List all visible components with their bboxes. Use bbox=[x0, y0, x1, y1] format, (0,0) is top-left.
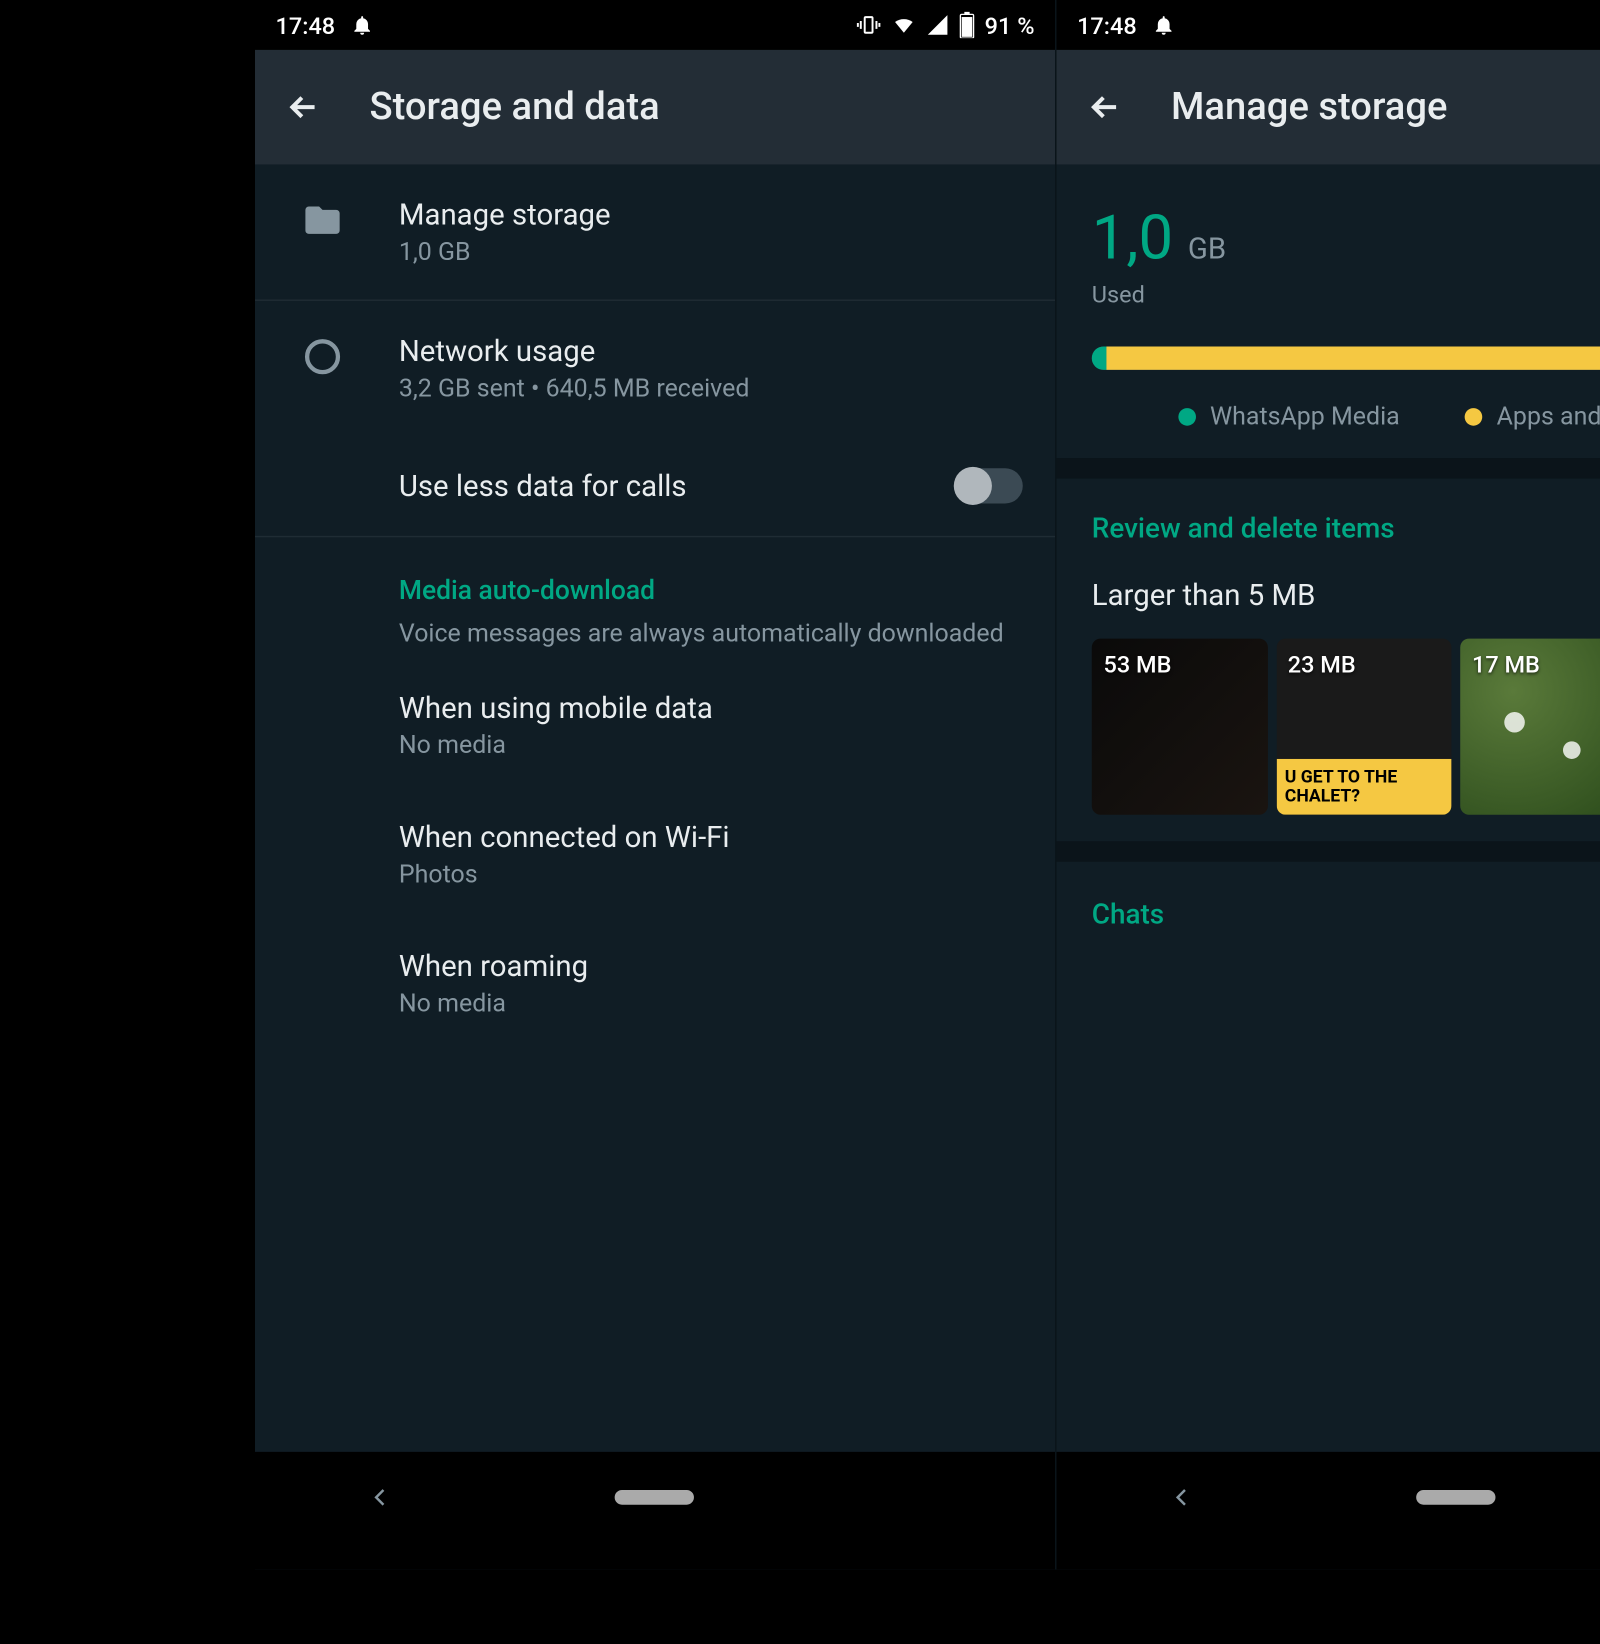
clock: 17:48 bbox=[1077, 11, 1137, 39]
nav-back-icon[interactable] bbox=[1167, 1483, 1196, 1512]
appbar: Storage and data bbox=[255, 50, 1055, 165]
thumb-2-text: U GET TO THE CHALET? bbox=[1276, 758, 1451, 814]
used-number: 1,0 bbox=[1092, 203, 1173, 275]
chat-row[interactable]: 36,9 MB bbox=[1092, 1285, 1600, 1402]
manage-storage-size: 1,0 GB bbox=[399, 238, 1023, 267]
nav-back-icon[interactable] bbox=[365, 1483, 394, 1512]
screen-manage-storage: 17:48 91 % bbox=[1055, 0, 1600, 1569]
legend-whatsapp: WhatsApp Media bbox=[1210, 402, 1400, 431]
thumb-2-size: 23 MB bbox=[1288, 650, 1356, 678]
page-title: Manage storage bbox=[1171, 85, 1447, 129]
media-thumb-1[interactable]: 53 MB bbox=[1092, 639, 1267, 815]
appbar: Manage storage bbox=[1057, 50, 1600, 165]
media-thumb-2[interactable]: 23 MB U GET TO THE CHALET? bbox=[1276, 639, 1451, 815]
legend-apps: Apps and other items bbox=[1497, 402, 1600, 431]
signal-icon bbox=[926, 13, 949, 36]
nav-home-pill[interactable] bbox=[615, 1490, 694, 1505]
media-thumbnails: 53 MB 23 MB U GET TO THE CHALET? 17 MB +… bbox=[1092, 639, 1600, 815]
roaming-label: When roaming bbox=[399, 948, 1023, 983]
row-use-less-data[interactable]: Use less data for calls bbox=[255, 436, 1055, 536]
clock: 17:48 bbox=[276, 11, 336, 39]
wifi-icon bbox=[891, 13, 917, 36]
wifi-label: When connected on Wi-Fi bbox=[399, 819, 1023, 854]
notification-bell-icon bbox=[350, 13, 373, 36]
network-usage-sub: 3,2 GB sent • 640,5 MB received bbox=[399, 374, 1023, 403]
legend-dot-apps-icon bbox=[1464, 408, 1482, 426]
row-larger-than-5mb[interactable]: Larger than 5 MB 340,8 MB bbox=[1092, 577, 1600, 612]
storage-bar bbox=[1092, 346, 1600, 369]
nav-bar bbox=[255, 1446, 1055, 1549]
bar-apps-other bbox=[1106, 346, 1600, 369]
network-usage-label: Network usage bbox=[399, 333, 1023, 368]
row-roaming[interactable]: When roaming No media bbox=[255, 919, 1055, 1048]
used-label: Used bbox=[1092, 280, 1226, 308]
thumb-1-size: 53 MB bbox=[1104, 650, 1172, 678]
row-network-usage[interactable]: Network usage 3,2 GB sent • 640,5 MB rec… bbox=[255, 301, 1055, 436]
chat-row[interactable]: 103,5 MB bbox=[1092, 1167, 1600, 1284]
bar-whatsapp-media bbox=[1092, 346, 1107, 369]
mobile-data-sub: No media bbox=[399, 731, 1023, 760]
review-heading: Review and delete items bbox=[1092, 511, 1600, 545]
section-divider bbox=[1057, 841, 1600, 862]
nav-bar bbox=[1057, 1446, 1600, 1549]
larger-than-title: Larger than 5 MB bbox=[1092, 577, 1316, 612]
row-manage-storage[interactable]: Manage storage 1,0 GB bbox=[255, 164, 1055, 299]
status-bar: 17:48 91 % bbox=[1057, 0, 1600, 50]
section-media-auto-download: Media auto-download Voice messages are a… bbox=[255, 537, 1055, 660]
nav-home-pill[interactable] bbox=[1416, 1490, 1495, 1505]
vibrate-icon bbox=[855, 13, 881, 36]
chats-heading: Chats bbox=[1092, 896, 1164, 930]
screen-storage-and-data: 17:48 91 % bbox=[255, 0, 1055, 1569]
status-bar: 17:48 91 % bbox=[255, 0, 1055, 50]
mobile-data-label: When using mobile data bbox=[399, 690, 1023, 725]
back-arrow-icon[interactable] bbox=[1086, 88, 1124, 126]
roaming-sub: No media bbox=[399, 989, 1023, 1018]
wifi-sub: Photos bbox=[399, 860, 1023, 889]
row-wifi[interactable]: When connected on Wi-Fi Photos bbox=[255, 790, 1055, 919]
battery-percent: 91 % bbox=[985, 11, 1035, 39]
manage-storage-label: Manage storage bbox=[399, 197, 1023, 232]
media-thumb-3[interactable]: 17 MB bbox=[1460, 639, 1600, 815]
chat-row[interactable]: 239,7 MB bbox=[1092, 1050, 1600, 1167]
use-less-data-label: Use less data for calls bbox=[399, 468, 911, 503]
storage-legend: WhatsApp Media Apps and other items bbox=[1092, 402, 1600, 431]
folder-icon bbox=[302, 200, 343, 247]
toggle-switch[interactable] bbox=[955, 468, 1023, 503]
back-arrow-icon[interactable] bbox=[284, 88, 322, 126]
legend-dot-whatsapp-icon bbox=[1178, 408, 1196, 426]
chat-row[interactable]: 296,1 MB bbox=[1092, 932, 1600, 1049]
section-divider bbox=[1057, 458, 1600, 479]
storage-usage: 1,0 GB Used 6,3 GB Free bbox=[1057, 164, 1600, 458]
data-usage-icon bbox=[302, 336, 343, 383]
notification-bell-icon bbox=[1151, 13, 1174, 36]
media-auto-heading: Media auto-download bbox=[399, 575, 1023, 606]
page-title: Storage and data bbox=[370, 85, 660, 129]
thumb-3-size: 17 MB bbox=[1472, 650, 1540, 678]
row-mobile-data[interactable]: When using mobile data No media bbox=[255, 661, 1055, 790]
media-auto-desc: Voice messages are always automatically … bbox=[399, 618, 1023, 652]
used-unit: GB bbox=[1188, 230, 1226, 265]
battery-icon bbox=[958, 12, 976, 38]
